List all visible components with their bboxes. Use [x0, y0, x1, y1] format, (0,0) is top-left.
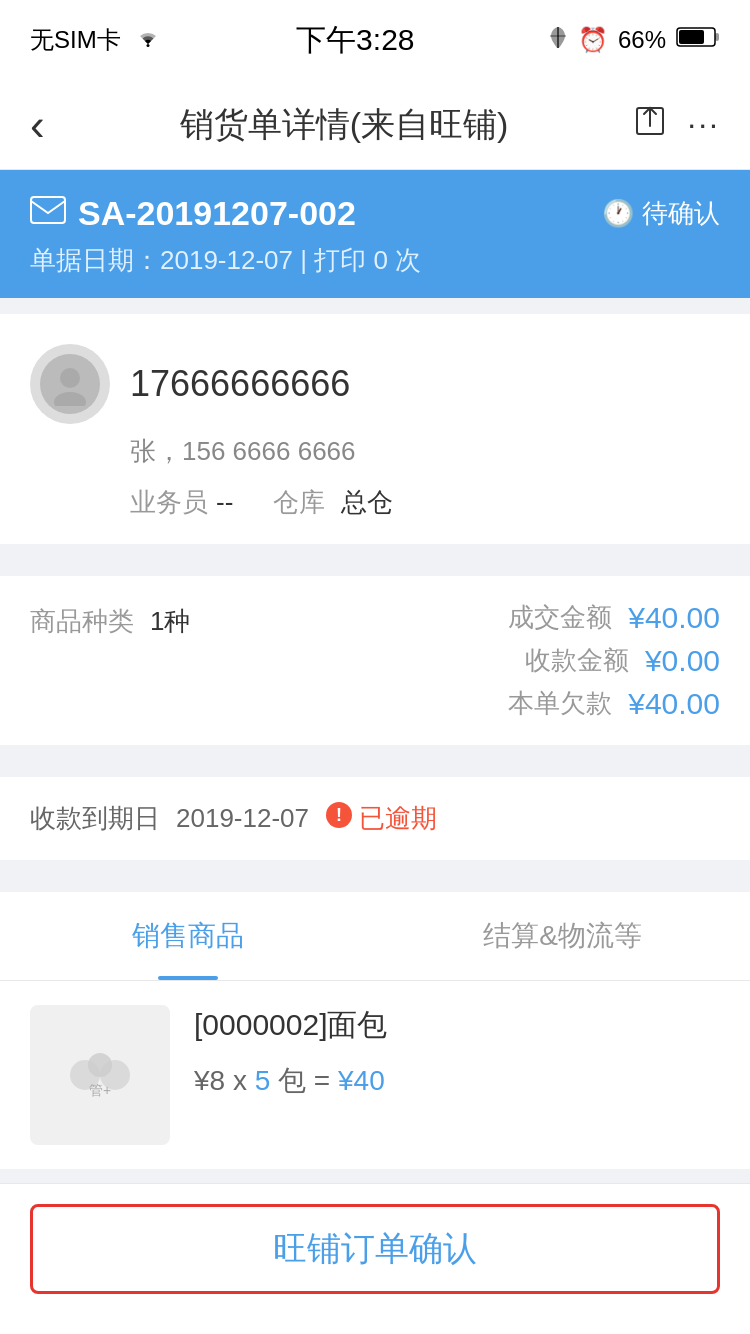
nav-bar: ‹ 销货单详情(来自旺铺) ···	[0, 80, 750, 170]
svg-rect-2	[715, 33, 719, 41]
order-number: SA-20191207-002	[30, 194, 356, 233]
divider-3	[0, 761, 750, 777]
received-label: 收款金额	[525, 643, 629, 678]
order-date: 单据日期：2019-12-07 | 打印 0 次	[30, 243, 720, 278]
warning-icon: !	[325, 801, 353, 836]
product-thumbnail: 管+	[30, 1005, 170, 1145]
amount-value: ¥40.00	[628, 601, 720, 635]
confirm-order-button[interactable]: 旺铺订单确认	[30, 1204, 720, 1294]
overdue-badge: ! 已逾期	[325, 801, 437, 836]
status-right: ⏰ 66%	[548, 26, 720, 54]
alarm-icon: ⏰	[578, 26, 608, 54]
warehouse-value: 总仓	[341, 485, 393, 520]
received-value: ¥0.00	[645, 644, 720, 678]
summary-row: 商品种类 1种 成交金额 ¥40.00 收款金额 ¥0.00 本单欠款 ¥40.…	[30, 600, 720, 721]
tabs-header: 销售商品 结算&物流等	[0, 892, 750, 981]
share-icon[interactable]	[633, 104, 667, 146]
product-section: 管+ [0000002]面包 ¥8 x 5 包 = ¥40	[0, 981, 750, 1169]
carrier-text: 无SIM卡	[30, 24, 121, 56]
category-value: 1种	[150, 604, 190, 639]
overdue-text: 已逾期	[359, 801, 437, 836]
order-header-card: SA-20191207-002 🕐 待确认 单据日期：2019-12-07 | …	[0, 170, 750, 298]
warehouse-item: 仓库 总仓	[273, 485, 393, 520]
divider-1	[0, 298, 750, 314]
total-text: ¥40	[338, 1065, 385, 1096]
summary-right: 成交金额 ¥40.00 收款金额 ¥0.00 本单欠款 ¥40.00	[508, 600, 720, 721]
sales-rep-item: 业务员 --	[130, 485, 233, 520]
svg-rect-3	[679, 30, 704, 44]
price-separator: x	[233, 1065, 255, 1096]
quantity-text: 5	[255, 1065, 271, 1096]
customer-meta: 业务员 -- 仓库 总仓	[130, 485, 720, 520]
price-text: ¥8	[194, 1065, 225, 1096]
due-date-label: 收款到期日	[30, 801, 160, 836]
svg-point-12	[88, 1053, 112, 1077]
balance-row: 本单欠款 ¥40.00	[508, 686, 720, 721]
sales-rep-value: --	[216, 487, 233, 518]
balance-value: ¥40.00	[628, 687, 720, 721]
order-status: 🕐 待确认	[602, 196, 720, 231]
customer-name-info: 张，156 6666 6666	[130, 434, 720, 469]
page-title: 销货单详情(来自旺铺)	[180, 102, 509, 148]
balance-label: 本单欠款	[508, 686, 612, 721]
tab-settlement-logistics[interactable]: 结算&物流等	[375, 892, 750, 980]
svg-rect-5	[31, 197, 65, 223]
battery-text: 66%	[618, 26, 666, 54]
due-date-value: 2019-12-07	[176, 803, 309, 834]
status-bar: 无SIM卡 下午3:28 ⏰ 66%	[0, 0, 750, 80]
customer-row: 17666666666	[30, 344, 720, 424]
status-left: 无SIM卡	[30, 24, 163, 56]
bottom-bar: 旺铺订单确认	[0, 1183, 750, 1334]
clock-icon: 🕐	[602, 198, 634, 229]
svg-point-0	[146, 44, 149, 47]
summary-left: 商品种类 1种	[30, 600, 190, 639]
wifi-icon	[133, 26, 163, 54]
amount-row: 成交金额 ¥40.00	[508, 600, 720, 635]
back-button[interactable]: ‹	[30, 100, 55, 150]
product-info: [0000002]面包 ¥8 x 5 包 = ¥40	[194, 1005, 720, 1100]
due-date-section: 收款到期日 2019-12-07 ! 已逾期	[0, 777, 750, 860]
user-icon	[40, 354, 100, 414]
product-name: [0000002]面包	[194, 1005, 720, 1046]
email-icon	[30, 194, 66, 233]
location-icon	[548, 26, 568, 54]
summary-section: 商品种类 1种 成交金额 ¥40.00 收款金额 ¥0.00 本单欠款 ¥40.…	[0, 576, 750, 745]
battery-icon	[676, 26, 720, 54]
svg-text:!: !	[336, 805, 342, 825]
divider-4	[0, 876, 750, 892]
svg-point-7	[54, 392, 86, 406]
product-price: ¥8 x 5 包 = ¥40	[194, 1062, 720, 1100]
equals-sign: =	[314, 1065, 338, 1096]
product-thumb-logo: 管+	[60, 1045, 140, 1105]
customer-section: 17666666666 张，156 6666 6666 业务员 -- 仓库 总仓	[0, 314, 750, 544]
more-icon[interactable]: ···	[687, 106, 720, 143]
svg-point-6	[60, 368, 80, 388]
received-row: 收款金额 ¥0.00	[525, 643, 720, 678]
warehouse-label: 仓库	[273, 485, 325, 520]
avatar	[30, 344, 110, 424]
category-label: 商品种类	[30, 604, 134, 639]
tab-sales-products[interactable]: 销售商品	[0, 892, 375, 980]
amount-label: 成交金额	[508, 600, 612, 635]
unit-text: 包	[278, 1065, 306, 1096]
tab-indicator	[158, 976, 218, 980]
order-number-row: SA-20191207-002 🕐 待确认	[30, 194, 720, 233]
svg-text:管+: 管+	[89, 1082, 111, 1098]
nav-actions: ···	[633, 104, 720, 146]
sales-rep-label: 业务员	[130, 485, 208, 520]
status-time: 下午3:28	[296, 20, 414, 61]
customer-phone: 17666666666	[130, 363, 350, 405]
divider-2	[0, 560, 750, 576]
tabs-section: 销售商品 结算&物流等 管+ [0000002]面包 ¥8 x 5	[0, 892, 750, 1169]
